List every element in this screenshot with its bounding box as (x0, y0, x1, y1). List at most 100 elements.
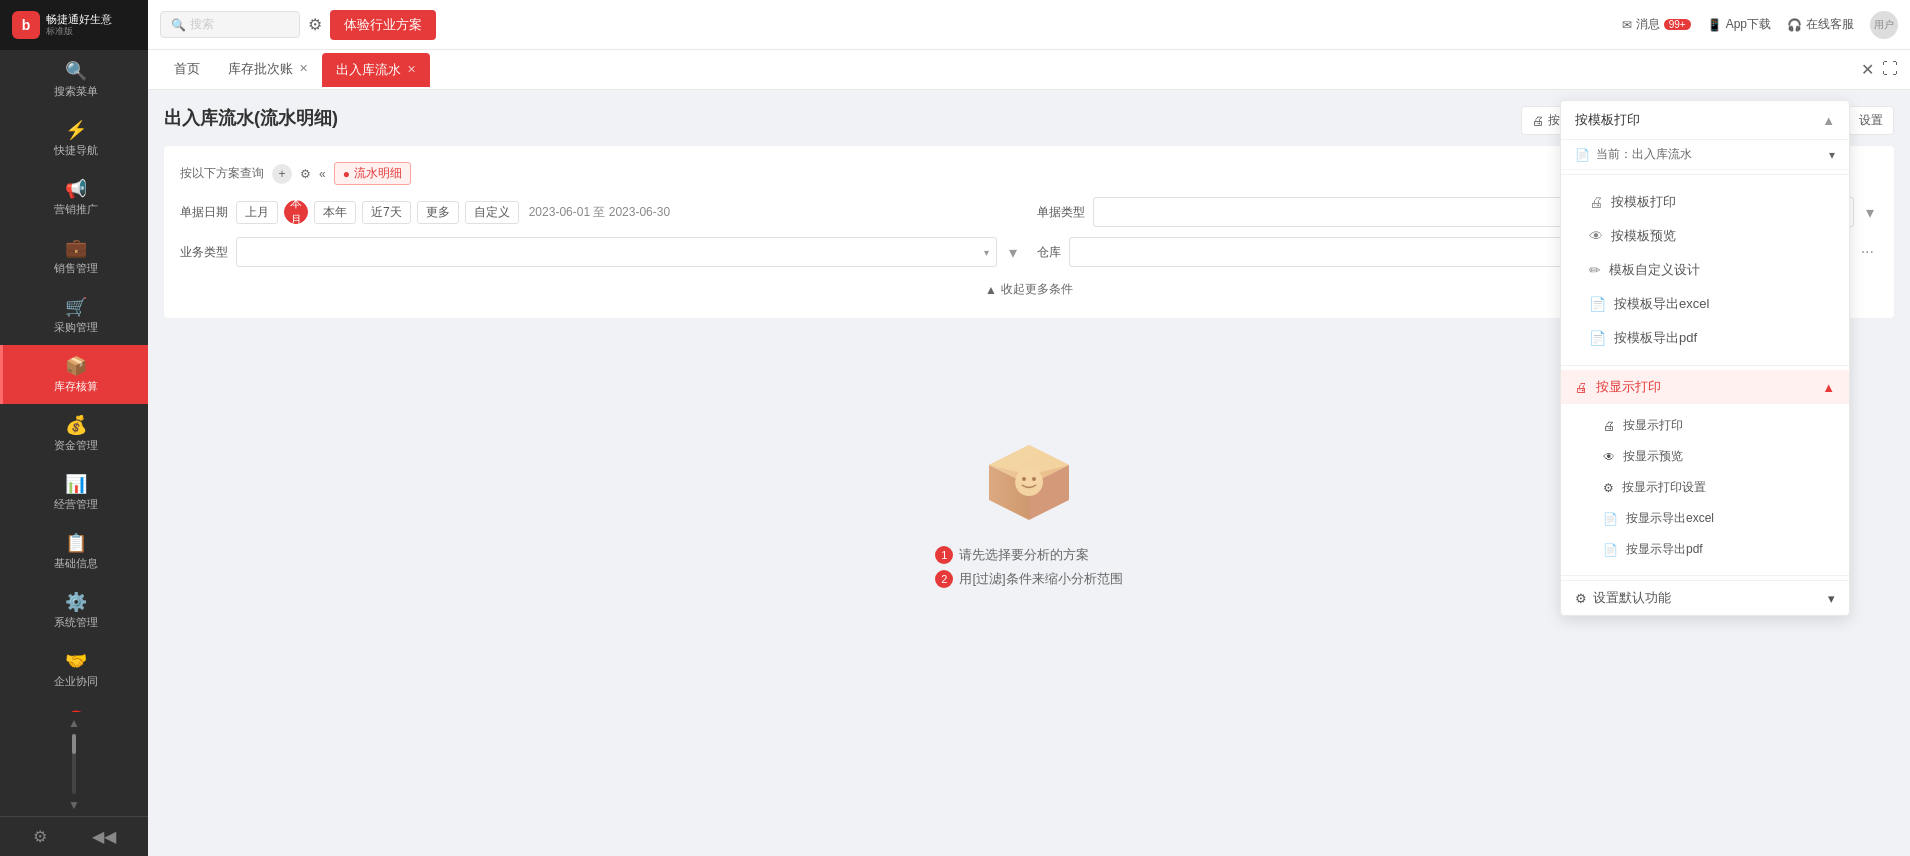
message-btn[interactable]: ✉ 消息 99+ (1622, 16, 1691, 33)
display-print-label: 按显示打印 (1623, 417, 1683, 434)
template-customize-btn[interactable]: ✏ 模板自定义设计 (1561, 253, 1849, 287)
bill-type-more-icon[interactable]: ▾ (1862, 203, 1878, 222)
tab-close-batch[interactable]: ✕ (299, 62, 308, 75)
sidebar-item-collab[interactable]: 🤝 企业协同 (0, 640, 148, 699)
system-icon: ⚙️ (65, 591, 87, 613)
print-icon: 🖨 (1532, 114, 1544, 128)
warehouse-more-icon[interactable]: ··· (1857, 243, 1878, 261)
date-btn-more[interactable]: 更多 (417, 201, 459, 224)
sidebar-item-purchase[interactable]: 🛒 采购管理 (0, 286, 148, 345)
display-print-btn[interactable]: 🖨 按显示打印 (1561, 410, 1849, 441)
tag-icon: ● (343, 167, 350, 181)
collapse-more-btn[interactable]: ▲ 收起更多条件 (977, 277, 1081, 302)
edit-icon: ✏ (1589, 262, 1601, 278)
pdf-icon: 📄 (1589, 330, 1606, 346)
marketing-icon: 📢 (65, 178, 87, 200)
template-export-pdf-btn[interactable]: 📄 按模板导出pdf (1561, 321, 1849, 355)
display-export-pdf-btn[interactable]: 📄 按显示导出pdf (1561, 534, 1849, 565)
sidebar-collapse-icon[interactable]: ◀◀ (92, 827, 116, 846)
filter-settings-icon[interactable]: ⚙ (300, 167, 311, 181)
sidebar-item-inventory[interactable]: 📦 库存核算 (0, 345, 148, 404)
topbar-search[interactable]: 🔍 搜索 (160, 11, 300, 38)
sidebar: b 畅捷通好生意 标准版 🔍 搜索菜单 ⚡ 快捷导航 📢 营销推广 💼 销售管理… (0, 0, 148, 856)
basic-icon: 📋 (65, 532, 87, 554)
settings-button[interactable]: 设置 (1848, 106, 1894, 135)
display-section: 🖨 按显示打印 👁 按显示预览 ⚙ 按显示打印设置 📄 按显示导出excel 📄… (1561, 404, 1849, 571)
collab-icon: 🤝 (65, 650, 87, 672)
sidebar-label-shortcut: 快捷导航 (54, 143, 98, 158)
date-btn-7days[interactable]: 近7天 (362, 201, 411, 224)
display-pdf-icon: 📄 (1603, 543, 1618, 557)
sidebar-label-sales: 销售管理 (54, 261, 98, 276)
dropdown-footer[interactable]: ⚙ 设置默认功能 ▾ (1561, 580, 1849, 615)
default-settings-icon: ⚙ (1575, 591, 1587, 606)
sidebar-label-collab: 企业协同 (54, 674, 98, 689)
app-name: 畅捷通好生意 (46, 12, 112, 26)
date-btn-prev-month[interactable]: 上月 (236, 201, 278, 224)
message-badge: 99+ (1664, 19, 1691, 30)
empty-tips: 1 请先选择要分析的方案 2 用[过滤]条件来缩小分析范围 (935, 546, 1122, 594)
topbar-gear-icon[interactable]: ⚙ (308, 15, 322, 34)
tab-close-flow[interactable]: ✕ (407, 63, 416, 76)
tab-home[interactable]: 首页 (160, 52, 214, 88)
tab-batch[interactable]: 库存批次账 ✕ (214, 52, 322, 88)
scrollbar-down-arrow[interactable]: ▼ (68, 798, 80, 812)
display-print-collapse-icon[interactable]: ▲ (1822, 380, 1835, 395)
filter-add-icon[interactable]: + (272, 164, 292, 184)
template-print-btn[interactable]: 🖨 按模板打印 (1561, 185, 1849, 219)
sidebar-item-search[interactable]: 🔍 搜索菜单 (0, 50, 148, 109)
app-download-label: App下载 (1726, 16, 1771, 33)
sidebar-item-guide[interactable]: 🎯 新手引导 (0, 699, 148, 712)
default-settings-label: 设置默认功能 (1593, 589, 1671, 607)
app-download-btn[interactable]: 📱 App下载 (1707, 16, 1771, 33)
display-excel-label: 按显示导出excel (1626, 510, 1714, 527)
svg-point-6 (1032, 477, 1036, 481)
template-export-excel-btn[interactable]: 📄 按模板导出excel (1561, 287, 1849, 321)
display-print-settings-btn[interactable]: ⚙ 按显示打印设置 (1561, 472, 1849, 503)
online-service-btn[interactable]: 🎧 在线客服 (1787, 16, 1854, 33)
display-print-header[interactable]: 🖨 按显示打印 ▲ (1561, 370, 1849, 404)
sidebar-settings-icon[interactable]: ⚙ (33, 827, 47, 846)
current-arrow[interactable]: ▾ (1829, 148, 1835, 162)
tab-label-batch: 库存批次账 (228, 60, 293, 78)
current-selection: 📄 当前：出入库流水 ▾ (1561, 140, 1849, 170)
biz-type-select[interactable] (236, 237, 997, 267)
svg-point-4 (1015, 468, 1043, 496)
sidebar-item-marketing[interactable]: 📢 营销推广 (0, 168, 148, 227)
tag-label: 流水明细 (354, 165, 402, 182)
tab-label-flow: 出入库流水 (336, 61, 401, 79)
fullscreen-icon[interactable]: ⛶ (1882, 60, 1898, 79)
date-range-display: 2023-06-01 至 2023-06-30 (529, 204, 670, 221)
avatar-text: 用户 (1870, 11, 1898, 39)
date-btn-year[interactable]: 本年 (314, 201, 356, 224)
sidebar-item-operation[interactable]: 📊 经营管理 (0, 463, 148, 522)
close-window-icon[interactable]: ✕ (1861, 60, 1874, 79)
date-btn-current-month[interactable]: 本月 (284, 200, 308, 224)
template-customize-label: 模板自定义设计 (1609, 261, 1700, 279)
display-preview-btn[interactable]: 👁 按显示预览 (1561, 441, 1849, 472)
app-download-icon: 📱 (1707, 18, 1722, 32)
excel-icon: 📄 (1589, 296, 1606, 312)
biz-type-more-icon[interactable]: ▾ (1005, 243, 1021, 262)
template-excel-label: 按模板导出excel (1614, 295, 1709, 313)
date-btn-custom[interactable]: 自定义 (465, 201, 519, 224)
display-export-excel-btn[interactable]: 📄 按显示导出excel (1561, 503, 1849, 534)
sidebar-item-shortcut[interactable]: ⚡ 快捷导航 (0, 109, 148, 168)
sidebar-item-system[interactable]: ⚙️ 系统管理 (0, 581, 148, 640)
biz-type-label: 业务类型 (180, 244, 228, 261)
tip2-text: 用[过滤]条件来缩小分析范围 (959, 570, 1122, 588)
trial-button[interactable]: 体验行业方案 (330, 10, 436, 40)
empty-illustration (969, 410, 1089, 530)
scrollbar-up-arrow[interactable]: ▲ (68, 716, 80, 730)
user-avatar[interactable]: 用户 (1870, 11, 1898, 39)
sidebar-item-finance[interactable]: 💰 资金管理 (0, 404, 148, 463)
template-preview-btn[interactable]: 👁 按模板预览 (1561, 219, 1849, 253)
template-print-label: 按模板打印 (1611, 193, 1676, 211)
sidebar-label-inventory: 库存核算 (54, 379, 98, 394)
sidebar-item-basic[interactable]: 📋 基础信息 (0, 522, 148, 581)
sidebar-item-sales[interactable]: 💼 销售管理 (0, 227, 148, 286)
tab-flow[interactable]: 出入库流水 ✕ (322, 53, 430, 87)
filter-collapse-icon[interactable]: « (319, 167, 326, 181)
headset-icon: 🎧 (1787, 18, 1802, 32)
dropdown-up-arrow[interactable]: ▲ (1822, 113, 1835, 128)
